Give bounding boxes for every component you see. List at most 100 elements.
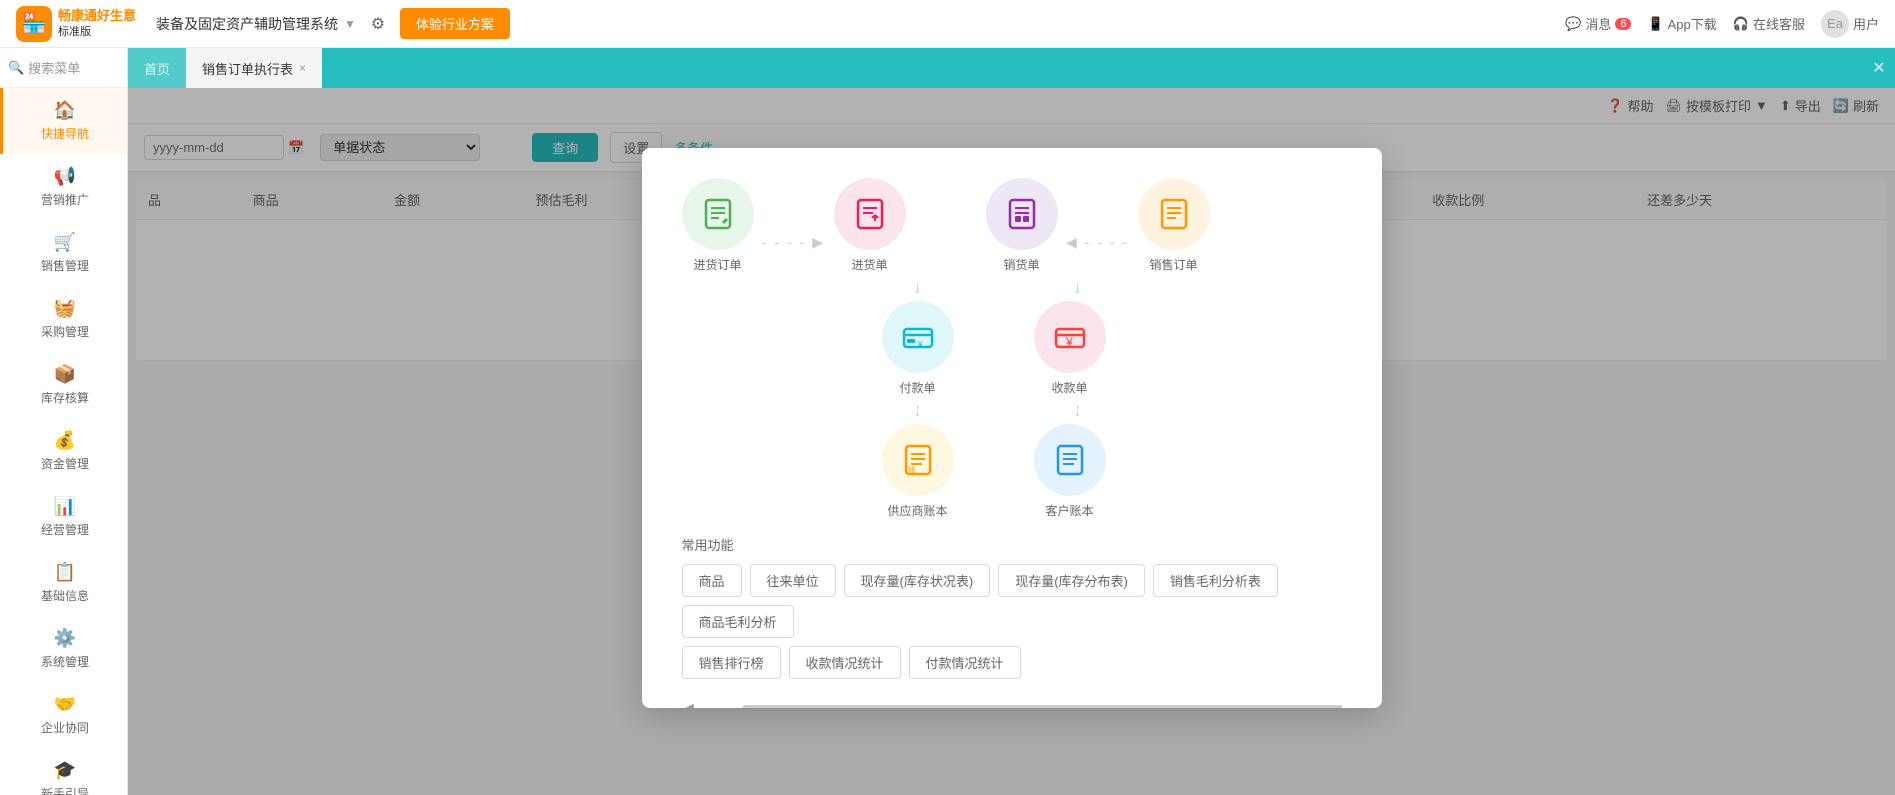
settings-icon: ⚙️ xyxy=(54,628,76,649)
purchase-bill-label: 进货单 xyxy=(851,256,887,273)
purchase-bill-circle xyxy=(834,178,906,250)
online-service-label: 在线客服 xyxy=(1753,14,1805,33)
chart-icon: 📊 xyxy=(54,496,76,517)
handshake-icon: 🤝 xyxy=(54,694,76,715)
user-avatar: Ea xyxy=(1821,10,1849,38)
clipboard-icon: 📋 xyxy=(54,562,76,583)
brand-sub: 标准版 xyxy=(58,25,136,39)
sidebar-label-basic-info: 基础信息 xyxy=(41,587,89,604)
common-func-title: 常用功能 xyxy=(682,535,1342,554)
receipt-label: 收款单 xyxy=(1051,379,1087,396)
scroll-left-icon[interactable]: ◀ xyxy=(682,699,694,708)
app-download-item[interactable]: 📱 App下载 xyxy=(1647,14,1716,33)
money-icon: 💰 xyxy=(54,430,76,451)
basket-icon: 🧺 xyxy=(54,298,76,319)
megaphone-icon: 📢 xyxy=(54,166,76,187)
app-wrapper: 🏪 畅康通好生意 标准版 装备及固定资产辅助管理系统 ▼ ⚙ 体验行业方案 💬 … xyxy=(0,0,1895,795)
sale-order-label: 销售订单 xyxy=(1149,256,1197,273)
top-bar-middle: 装备及固定资产辅助管理系统 ▼ ⚙ 体验行业方案 xyxy=(144,8,1565,39)
sale-bill-label: 销货单 xyxy=(1003,256,1039,273)
func-btn-stock-dist[interactable]: 现存量(库存分布表) xyxy=(998,564,1145,597)
sidebar-item-finance[interactable]: 💰 资金管理 xyxy=(0,418,127,484)
system-name: 装备及固定资产辅助管理系统 xyxy=(156,14,338,34)
receipt-circle: ¥ xyxy=(1034,301,1106,373)
sidebar-item-marketing[interactable]: 📢 营销推广 xyxy=(0,154,127,220)
sidebar-label-enterprise: 企业协同 xyxy=(41,719,89,736)
dropdown-arrow-icon[interactable]: ▼ xyxy=(344,17,356,31)
flow-node-supplier: 账 供应商账本 xyxy=(882,424,954,519)
tab-close-icon[interactable]: × xyxy=(299,61,306,75)
flow-section: 进货订单 - - - - ▶ xyxy=(682,178,1342,519)
tab-home[interactable]: 首页 xyxy=(128,48,186,88)
arrow-h-1: - - - - ▶ xyxy=(754,234,834,273)
modal-overlay[interactable]: 进货订单 - - - - ▶ xyxy=(128,88,1895,795)
sidebar-label-operation: 经营管理 xyxy=(41,521,89,538)
arrow-h-2: ◀ - - - - xyxy=(1058,234,1138,273)
sidebar-label-purchase: 采购管理 xyxy=(41,323,89,340)
func-btn-payment-stat[interactable]: 付款情况统计 xyxy=(909,646,1021,679)
sidebar-search[interactable]: 🔍 搜索菜单 xyxy=(0,48,127,88)
logo-text: 畅康通好生意 标准版 xyxy=(58,8,136,39)
purchase-order-circle xyxy=(682,178,754,250)
sale-bill-circle xyxy=(986,178,1058,250)
sidebar: 🔍 搜索菜单 🏠 快捷导航 📢 营销推广 🛒 销售管理 🧺 采购管理 📦 xyxy=(0,48,128,795)
top-bar-right: 💬 消息 6 📱 App下载 🎧 在线客服 Ea 用户 xyxy=(1565,10,1879,38)
tab-home-label: 首页 xyxy=(144,59,170,78)
func-btn-goods-margin[interactable]: 商品毛利分析 xyxy=(682,605,794,638)
func-btn-goods[interactable]: 商品 xyxy=(682,564,742,597)
flow-node-receipt: ¥ 收款单 xyxy=(1034,301,1106,396)
svg-text:¥: ¥ xyxy=(917,340,923,349)
logo-icon: 🏪 xyxy=(16,6,52,42)
flow-node-sale-order: 销售订单 xyxy=(1138,178,1210,273)
s3 xyxy=(954,273,962,301)
search-label: 搜索菜单 xyxy=(28,58,80,77)
user-name: 用户 xyxy=(1853,14,1879,33)
func-btn-receipt-stat[interactable]: 收款情况统计 xyxy=(789,646,901,679)
avatar-text: Ea xyxy=(1827,16,1843,31)
brand-name: 畅康通好生意 xyxy=(58,8,136,25)
sidebar-label-beginner: 新手引导 xyxy=(41,785,89,795)
flow-node-customer: 客户账本 xyxy=(1034,424,1106,519)
sidebar-item-operation[interactable]: 📊 经营管理 xyxy=(0,484,127,550)
func-btn-sales-rank[interactable]: 销售排行榜 xyxy=(682,646,781,679)
experience-button[interactable]: 体验行业方案 xyxy=(400,8,510,39)
sidebar-item-beginner[interactable]: 🎓 新手引导 xyxy=(0,748,127,795)
quick-guide-modal: 进货订单 - - - - ▶ xyxy=(642,148,1382,708)
customer-circle xyxy=(1034,424,1106,496)
tab-sales-order[interactable]: 销售订单执行表 × xyxy=(186,48,322,88)
s4 xyxy=(954,396,1042,424)
sidebar-item-inventory[interactable]: 📦 库存核算 xyxy=(0,352,127,418)
sidebar-item-enterprise[interactable]: 🤝 企业协同 xyxy=(0,682,127,748)
payment-label: 付款单 xyxy=(899,379,935,396)
svg-text:¥: ¥ xyxy=(1065,335,1073,349)
message-item[interactable]: 💬 消息 6 xyxy=(1565,14,1631,33)
common-functions: 常用功能 商品 往来单位 现存量(库存状况表) 现存量(库存分布表) 销售毛利分… xyxy=(682,535,1342,679)
sidebar-item-basic-info[interactable]: 📋 基础信息 xyxy=(0,550,127,616)
logo-area: 🏪 畅康通好生意 标准版 xyxy=(16,6,144,42)
down-arrow-1: ↓ xyxy=(882,273,954,301)
online-service-item[interactable]: 🎧 在线客服 xyxy=(1733,14,1805,33)
box-icon: 📦 xyxy=(54,364,76,385)
svg-text:账: 账 xyxy=(908,466,916,475)
func-btn-sales-margin[interactable]: 销售毛利分析表 xyxy=(1153,564,1278,597)
cart-icon: 🛒 xyxy=(54,232,76,253)
tab-close-right-icon[interactable]: ✕ xyxy=(1863,48,1895,88)
func-btn-partner[interactable]: 往来单位 xyxy=(750,564,836,597)
user-item[interactable]: Ea 用户 xyxy=(1821,10,1879,38)
supplier-label: 供应商账本 xyxy=(887,502,947,519)
empty-spacer-3 xyxy=(962,273,1042,301)
sale-order-circle xyxy=(1138,178,1210,250)
func-buttons-row2: 销售排行榜 收款情况统计 付款情况统计 xyxy=(682,646,1342,679)
sidebar-item-quick-nav[interactable]: 🏠 快捷导航 xyxy=(0,88,127,154)
modal-scrollbar[interactable]: ◀ ▶ xyxy=(682,687,1342,708)
func-btn-stock-status[interactable]: 现存量(库存状况表) xyxy=(844,564,991,597)
scroll-track xyxy=(742,705,1342,708)
sidebar-item-sales[interactable]: 🛒 销售管理 xyxy=(0,220,127,286)
sidebar-item-system[interactable]: ⚙️ 系统管理 xyxy=(0,616,127,682)
sidebar-item-purchase[interactable]: 🧺 采购管理 xyxy=(0,286,127,352)
gear-button[interactable]: ⚙ xyxy=(364,10,392,38)
top-bar: 🏪 畅康通好生意 标准版 装备及固定资产辅助管理系统 ▼ ⚙ 体验行业方案 💬 … xyxy=(0,0,1895,48)
tab-bar: 首页 销售订单执行表 × ✕ xyxy=(128,48,1895,88)
purchase-order-label: 进货订单 xyxy=(693,256,741,273)
headset-icon: 🎧 xyxy=(1733,16,1749,32)
